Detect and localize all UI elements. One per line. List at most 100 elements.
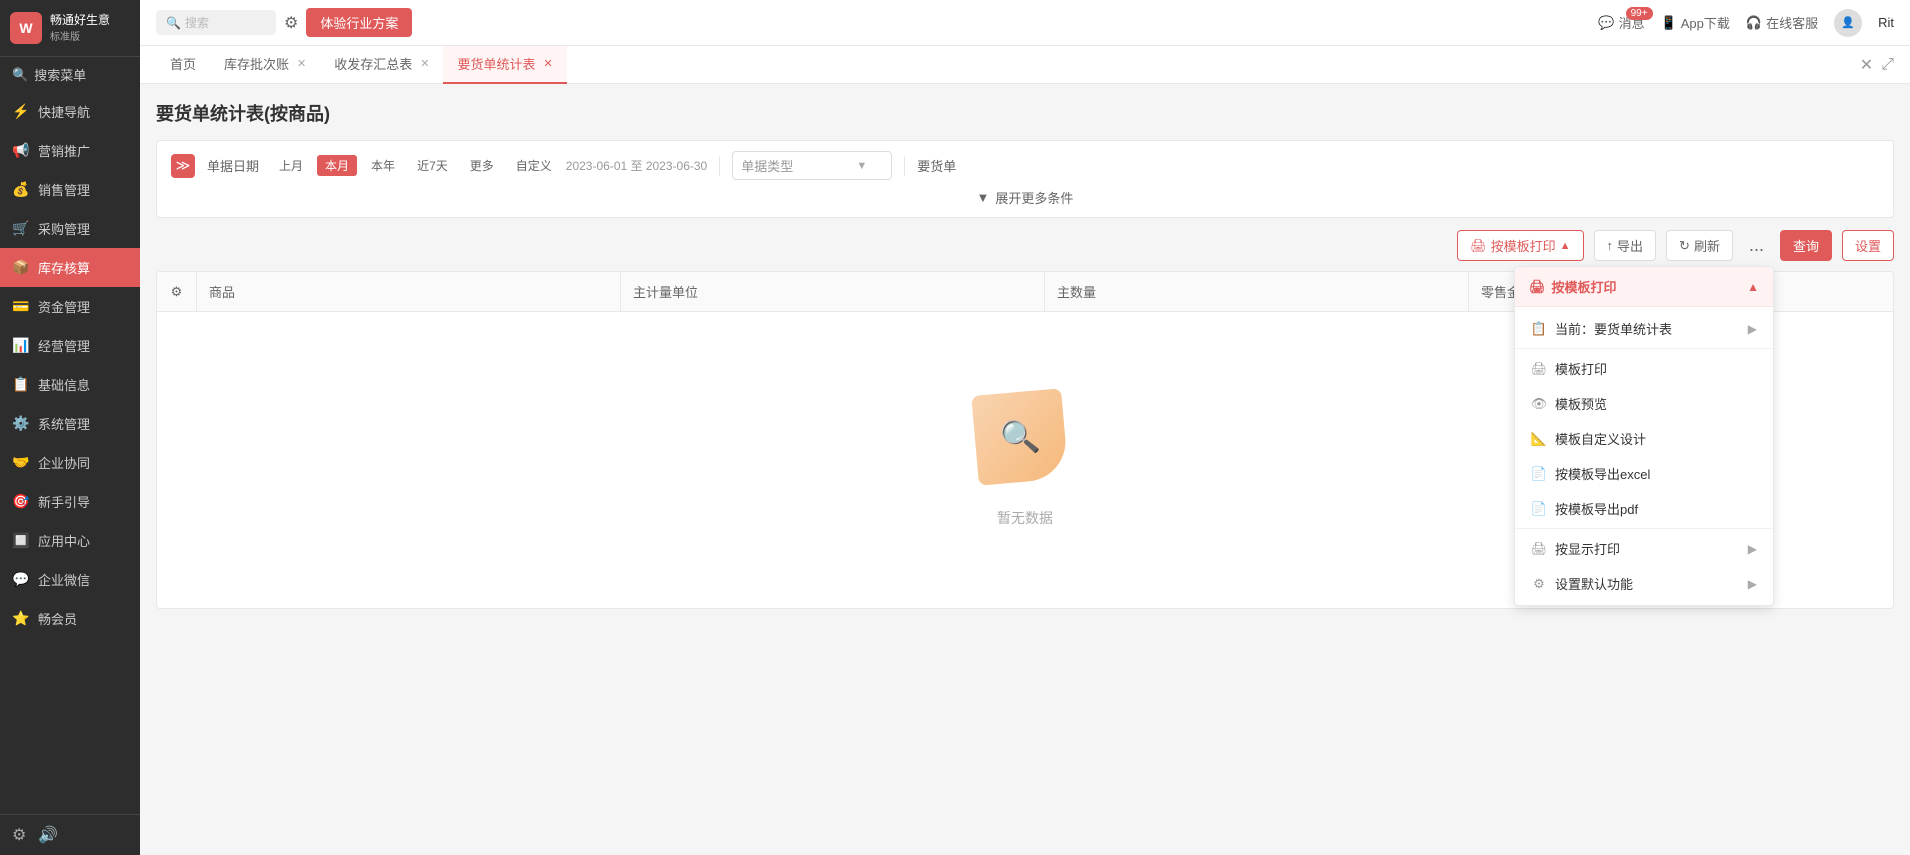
apps-icon: 🔲	[12, 532, 30, 550]
table-col-settings[interactable]: ⚙	[157, 272, 197, 311]
tab-home-label: 首页	[170, 54, 196, 73]
sidebar-item-guide[interactable]: 🎯 新手引导	[0, 482, 140, 521]
tab-batch-account[interactable]: 库存批次账 ✕	[210, 46, 320, 84]
header-message[interactable]: 💬 消息 99+	[1598, 13, 1644, 32]
user-avatar[interactable]: 👤	[1834, 9, 1862, 37]
search-icon: 🔍	[12, 67, 28, 83]
date-tab-prev-month[interactable]: 上月	[271, 155, 311, 176]
sidebar-item-quick-nav[interactable]: ⚡ 快捷导航	[0, 92, 140, 131]
refresh-label: 刷新	[1694, 236, 1720, 255]
date-tab-this-month[interactable]: 本月	[317, 155, 357, 176]
sidebar-item-marketing[interactable]: 📢 营销推广	[0, 131, 140, 170]
export-label: 导出	[1617, 236, 1643, 255]
date-tab-7days[interactable]: 近7天	[409, 155, 456, 176]
toolbar: 🖨 按模板打印 ▲ ↑ 导出 ↻ 刷新 ... 查询 设置 🖨 按模板打印	[156, 230, 1894, 261]
sidebar-item-wechat[interactable]: 💬 企业微信	[0, 560, 140, 599]
filter-expand-icon[interactable]: ≫	[171, 154, 195, 178]
sidebar-item-system[interactable]: ⚙️ 系统管理	[0, 404, 140, 443]
gear-icon[interactable]: ⚙	[284, 13, 298, 33]
username-label[interactable]: Rit	[1878, 15, 1894, 30]
query-button[interactable]: 查询	[1780, 230, 1832, 261]
dropdown-template-print[interactable]: 🖨 模板打印	[1515, 351, 1773, 386]
finance-icon: 💳	[12, 298, 30, 316]
trial-button[interactable]: 体验行业方案	[306, 8, 412, 37]
order-type-select[interactable]: 单据类型 ▼	[732, 151, 892, 180]
marketing-icon: 📢	[12, 142, 30, 160]
table-col-product: 商品	[197, 272, 621, 311]
tab-bar: 首页 库存批次账 ✕ 收发存汇总表 ✕ 要货单统计表 ✕ ✕ ⤢	[140, 46, 1910, 84]
tab-home[interactable]: 首页	[156, 46, 210, 84]
dropdown-template-preview[interactable]: 👁 模板预览	[1515, 386, 1773, 421]
operations-icon: 📊	[12, 337, 30, 355]
sidebar-item-operations[interactable]: 📊 经营管理	[0, 326, 140, 365]
sidebar-item-finance[interactable]: 💳 资金管理	[0, 287, 140, 326]
wechat-icon: 💬	[12, 571, 30, 589]
sidebar-item-sales[interactable]: 💰 销售管理	[0, 170, 140, 209]
tab-order-stats-close[interactable]: ✕	[544, 57, 553, 70]
header-online-service[interactable]: 🎧 在线客服	[1746, 13, 1818, 32]
sidebar-item-apps[interactable]: 🔲 应用中心	[0, 521, 140, 560]
refresh-button[interactable]: ↻ 刷新	[1666, 230, 1733, 261]
table-settings-icon[interactable]: ⚙	[171, 284, 183, 300]
header: 🔍 搜索 ⚙ 体验行业方案 💬 消息 99+ 📱 App下载 🎧 在线客服 👤	[140, 0, 1910, 46]
pdf-icon: 📄	[1531, 501, 1547, 517]
tab-order-stats[interactable]: 要货单统计表 ✕	[443, 46, 566, 84]
sidebar-item-basic[interactable]: 📋 基础信息	[0, 365, 140, 404]
maximize-button[interactable]: ⤢	[1881, 56, 1894, 74]
basic-icon: 📋	[12, 376, 30, 394]
print-template-button[interactable]: 🖨 按模板打印 ▲	[1457, 230, 1583, 261]
dropdown-divider2	[1515, 528, 1773, 529]
chevron-up-icon: ▲	[1560, 240, 1571, 252]
date-tab-more[interactable]: 更多	[462, 155, 502, 176]
dropdown-template-pdf[interactable]: 📄 按模板导出pdf	[1515, 491, 1773, 526]
sidebar-item-purchase[interactable]: 🛒 采购管理	[0, 209, 140, 248]
sidebar-item-collab[interactable]: 🤝 企业协同	[0, 443, 140, 482]
sidebar-search[interactable]: 🔍 搜索菜单	[0, 57, 140, 92]
tab-collection-summary-label: 收发存汇总表	[334, 54, 412, 73]
nav-label: 快捷导航	[38, 102, 90, 121]
export-button[interactable]: ↑ 导出	[1594, 230, 1657, 261]
header-search[interactable]: 🔍 搜索	[156, 10, 276, 35]
dropdown-template-custom[interactable]: 📐 模板自定义设计	[1515, 421, 1773, 456]
message-icon: 💬	[1598, 15, 1614, 31]
empty-illustration: 🔍	[975, 392, 1075, 492]
expand-more-btn[interactable]: ▼ 展开更多条件	[171, 188, 1879, 207]
more-options-button[interactable]: ...	[1743, 231, 1770, 260]
dropdown-template-excel[interactable]: 📄 按模板导出excel	[1515, 456, 1773, 491]
avatar-placeholder: 👤	[1841, 16, 1855, 29]
dropdown-display-print[interactable]: 🖨 按显示打印 ▶	[1515, 531, 1773, 566]
quick-nav-icon: ⚡	[12, 103, 30, 121]
logo-badge: 标准版	[50, 28, 110, 43]
page-title: 要货单统计表(按商品)	[156, 100, 1894, 126]
close-window-button[interactable]: ✕	[1860, 55, 1873, 75]
phone-icon: 📱	[1661, 15, 1677, 31]
dropdown-template-pdf-label: 按模板导出pdf	[1555, 499, 1638, 518]
header-app-download[interactable]: 📱 App下载	[1661, 13, 1730, 32]
settings-bottom-icon[interactable]: ⚙	[12, 825, 26, 845]
system-icon: ⚙️	[12, 415, 30, 433]
table-col-quantity: 主数量	[1045, 272, 1469, 311]
date-tab-this-year[interactable]: 本年	[363, 155, 403, 176]
nav-label: 销售管理	[38, 180, 90, 199]
dropdown-current-item[interactable]: 📋 当前：要货单统计表 ▶	[1515, 311, 1773, 346]
print-dropdown-header[interactable]: 🖨 按模板打印 ▲	[1515, 267, 1773, 307]
sound-bottom-icon[interactable]: 🔊	[38, 825, 58, 845]
filter-bar: ≫ 单据日期 上月 本月 本年 近7天 更多 自定义 2023-06-01 至 …	[156, 140, 1894, 218]
sidebar-nav: ⚡ 快捷导航 📢 营销推广 💰 销售管理 🛒 采购管理 📦 库存核算 💳 资金管…	[0, 92, 140, 814]
empty-text: 暂无数据	[997, 508, 1053, 528]
tab-collection-summary[interactable]: 收发存汇总表 ✕	[320, 46, 443, 84]
chevron-right-icon: ▶	[1748, 322, 1757, 336]
tab-collection-summary-close[interactable]: ✕	[420, 57, 429, 70]
sidebar-item-inventory[interactable]: 📦 库存核算	[0, 248, 140, 287]
dropdown-template-preview-label: 模板预览	[1555, 394, 1607, 413]
design-icon: 📐	[1531, 431, 1547, 447]
logo-text: 畅通好生意	[50, 13, 110, 29]
dropdown-template-excel-label: 按模板导出excel	[1555, 464, 1650, 483]
dropdown-divider1	[1515, 348, 1773, 349]
date-tab-custom[interactable]: 自定义	[508, 155, 560, 176]
tab-batch-account-close[interactable]: ✕	[297, 57, 306, 70]
dropdown-default-func[interactable]: ⚙ 设置默认功能 ▶	[1515, 566, 1773, 601]
sidebar: W 畅通好生意 标准版 🔍 搜索菜单 ⚡ 快捷导航 📢 营销推广 💰 销售管理 …	[0, 0, 140, 855]
settings-button[interactable]: 设置	[1842, 230, 1894, 261]
sidebar-item-member[interactable]: ⭐ 畅会员	[0, 599, 140, 638]
